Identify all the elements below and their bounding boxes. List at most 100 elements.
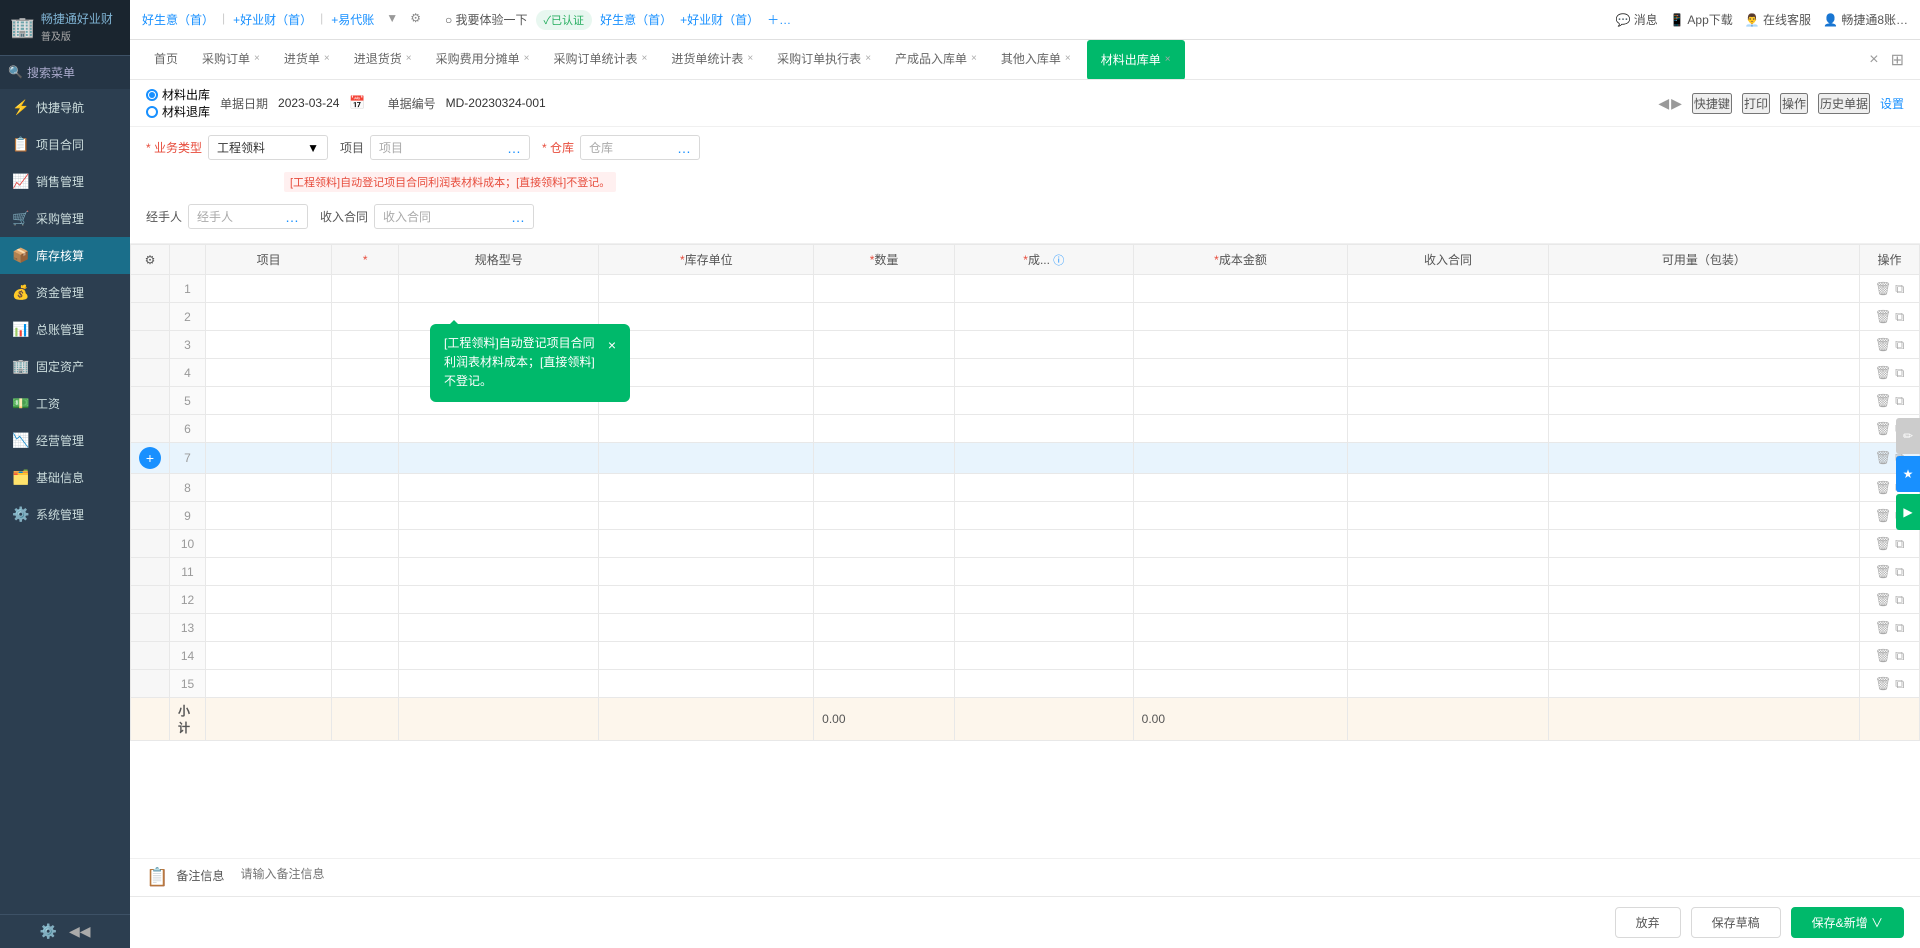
delete-icon[interactable]: 🗑 bbox=[1875, 337, 1892, 352]
copy-icon[interactable]: ⧉ bbox=[1895, 337, 1904, 352]
user-avatar[interactable]: 👤 畅捷通8账… bbox=[1823, 11, 1908, 28]
info-icon[interactable]: ⓘ bbox=[1053, 255, 1064, 267]
sidebar-item-quicknav[interactable]: ⚡ 快捷导航 bbox=[0, 89, 130, 126]
calendar-icon[interactable]: 📅 bbox=[349, 95, 365, 111]
tooltip-close-btn[interactable]: × bbox=[608, 334, 616, 356]
float-green-btn[interactable]: ▶ bbox=[1896, 494, 1920, 530]
tab-other-inbound[interactable]: 其他入库单 × bbox=[989, 40, 1083, 80]
copy-icon[interactable]: ⧉ bbox=[1895, 620, 1904, 635]
settings-icon[interactable]: ⚙️ bbox=[40, 923, 57, 940]
sidebar-item-inventory[interactable]: 📦 库存核算 bbox=[0, 237, 130, 274]
copy-icon[interactable]: ⧉ bbox=[1895, 393, 1904, 408]
copy-icon[interactable]: ⧉ bbox=[1895, 365, 1904, 380]
tab-incoming[interactable]: 进货单 × bbox=[272, 40, 342, 80]
tab-order-exec[interactable]: 采购订单执行表 × bbox=[765, 40, 883, 80]
tab-close[interactable]: × bbox=[1165, 54, 1171, 65]
message-btn[interactable]: 💬 消息 bbox=[1616, 11, 1658, 28]
copy-icon[interactable]: ⧉ bbox=[1895, 564, 1904, 579]
float-blue-btn[interactable]: ★ bbox=[1896, 456, 1920, 492]
save-new-button[interactable]: 保存&新增 ∨ bbox=[1791, 907, 1904, 938]
ops-btn[interactable]: 操作 bbox=[1780, 93, 1808, 114]
warehouse-dots-icon[interactable]: … bbox=[677, 140, 691, 156]
settings-gear[interactable]: ⚙ bbox=[410, 11, 421, 28]
kuaijian-btn[interactable]: 快捷键 bbox=[1692, 93, 1732, 114]
delete-icon[interactable]: 🗑 bbox=[1875, 592, 1892, 607]
sidebar-item-sales[interactable]: 📈 销售管理 bbox=[0, 163, 130, 200]
delete-icon[interactable]: 🗑 bbox=[1875, 536, 1892, 551]
sidebar-item-basic[interactable]: 🗂️ 基础信息 bbox=[0, 459, 130, 496]
tab-purchase-stats[interactable]: 采购订单统计表 × bbox=[541, 40, 659, 80]
delete-icon[interactable]: 🗑 bbox=[1875, 421, 1892, 436]
radio-material-outbound[interactable]: 材料出库 bbox=[146, 86, 210, 103]
radio-material-return[interactable]: 材料退库 bbox=[146, 103, 210, 120]
tab-bar-close[interactable]: × bbox=[1861, 51, 1886, 69]
copy-icon[interactable]: ⧉ bbox=[1895, 592, 1904, 607]
link-haoyecai[interactable]: +好业财（首） bbox=[233, 11, 312, 28]
copy-icon[interactable]: ⧉ bbox=[1895, 536, 1904, 551]
tab-list-icon[interactable]: ⊞ bbox=[1887, 50, 1908, 70]
sidebar-item-salary[interactable]: 💵 工资 bbox=[0, 385, 130, 422]
next-arrow[interactable]: ▶ bbox=[1671, 95, 1682, 112]
link-haoshengyi2[interactable]: 好生意（首） bbox=[600, 11, 672, 28]
business-type-select[interactable]: 工程领料 ▼ bbox=[208, 135, 328, 160]
link-haoyecai2[interactable]: +好业财（首） bbox=[680, 11, 759, 28]
income-contract-select[interactable]: 收入合同 … bbox=[374, 204, 534, 229]
float-edit-btn[interactable]: ✏ bbox=[1896, 418, 1920, 454]
collapse-icon[interactable]: ◀◀ bbox=[69, 923, 91, 940]
tab-cost-split[interactable]: 采购费用分摊单 × bbox=[424, 40, 542, 80]
tab-purchase-order[interactable]: 采购订单 × bbox=[190, 40, 272, 80]
online-support-btn[interactable]: 👨‍💼 在线客服 bbox=[1745, 11, 1811, 28]
link-yidaizhang[interactable]: +易代账 bbox=[331, 11, 374, 28]
delete-icon[interactable]: 🗑 bbox=[1875, 309, 1892, 324]
delete-icon[interactable]: 🗑 bbox=[1875, 676, 1892, 691]
delete-icon[interactable]: 🗑 bbox=[1875, 365, 1892, 380]
project-select[interactable]: 项目 … bbox=[370, 135, 530, 160]
tab-close[interactable]: × bbox=[641, 53, 647, 64]
sidebar-item-accounting[interactable]: 📊 总账管理 bbox=[0, 311, 130, 348]
search-menu[interactable]: 🔍 搜索菜单 bbox=[0, 56, 130, 89]
save-draft-button[interactable]: 保存草稿 bbox=[1691, 907, 1781, 938]
delete-icon[interactable]: 🗑 bbox=[1875, 648, 1892, 663]
sidebar-item-system[interactable]: ⚙️ 系统管理 bbox=[0, 496, 130, 533]
delete-icon[interactable]: 🗑 bbox=[1875, 620, 1892, 635]
app-download-btn[interactable]: 📱 App下载 bbox=[1670, 11, 1733, 28]
tab-close[interactable]: × bbox=[865, 53, 871, 64]
delete-icon[interactable]: 🗑 bbox=[1875, 281, 1892, 296]
sidebar-item-assets[interactable]: 🏢 固定资产 bbox=[0, 348, 130, 385]
sidebar-item-purchase[interactable]: 🛒 采购管理 bbox=[0, 200, 130, 237]
income-dots-icon[interactable]: … bbox=[511, 209, 525, 225]
link-more[interactable]: ＋… bbox=[767, 11, 791, 28]
delete-icon[interactable]: 🗑 bbox=[1875, 480, 1892, 495]
copy-icon[interactable]: ⧉ bbox=[1895, 309, 1904, 324]
warehouse-select[interactable]: 仓库 … bbox=[580, 135, 700, 160]
handler-dots-icon[interactable]: … bbox=[285, 209, 299, 225]
link-haoshengyi[interactable]: 好生意（首） bbox=[142, 11, 214, 28]
prev-arrow[interactable]: ◀ bbox=[1658, 95, 1669, 112]
settings-btn[interactable]: 设置 bbox=[1880, 95, 1904, 112]
tab-material-outbound[interactable]: 材料出库单 × bbox=[1087, 40, 1185, 80]
tab-close[interactable]: × bbox=[971, 53, 977, 64]
tab-close[interactable]: × bbox=[747, 53, 753, 64]
copy-icon[interactable]: ⧉ bbox=[1895, 281, 1904, 296]
experience-btn[interactable]: ○ 我要体验一下 bbox=[445, 11, 528, 28]
delete-icon[interactable]: 🗑 bbox=[1875, 508, 1892, 523]
tab-close[interactable]: × bbox=[524, 53, 530, 64]
copy-icon[interactable]: ⧉ bbox=[1895, 676, 1904, 691]
tab-close[interactable]: × bbox=[1065, 53, 1071, 64]
project-dots-icon[interactable]: … bbox=[507, 140, 521, 156]
sidebar-item-finance[interactable]: 💰 资金管理 bbox=[0, 274, 130, 311]
tab-return[interactable]: 进退货货 × bbox=[342, 40, 424, 80]
delete-icon[interactable]: 🗑 bbox=[1875, 393, 1892, 408]
history-btn[interactable]: 历史单据 bbox=[1818, 93, 1870, 114]
sidebar-item-project[interactable]: 📋 项目合同 bbox=[0, 126, 130, 163]
tab-close[interactable]: × bbox=[406, 53, 412, 64]
note-input[interactable] bbox=[240, 867, 1904, 881]
sidebar-item-ops[interactable]: 📉 经营管理 bbox=[0, 422, 130, 459]
delete-icon[interactable]: 🗑 bbox=[1875, 450, 1892, 465]
tab-home[interactable]: 首页 bbox=[142, 40, 190, 80]
handler-select[interactable]: 经手人 … bbox=[188, 204, 308, 229]
th-settings[interactable]: ⚙ bbox=[131, 245, 170, 275]
print-btn[interactable]: 打印 bbox=[1742, 93, 1770, 114]
delete-icon[interactable]: 🗑 bbox=[1875, 564, 1892, 579]
copy-icon[interactable]: ⧉ bbox=[1895, 648, 1904, 663]
